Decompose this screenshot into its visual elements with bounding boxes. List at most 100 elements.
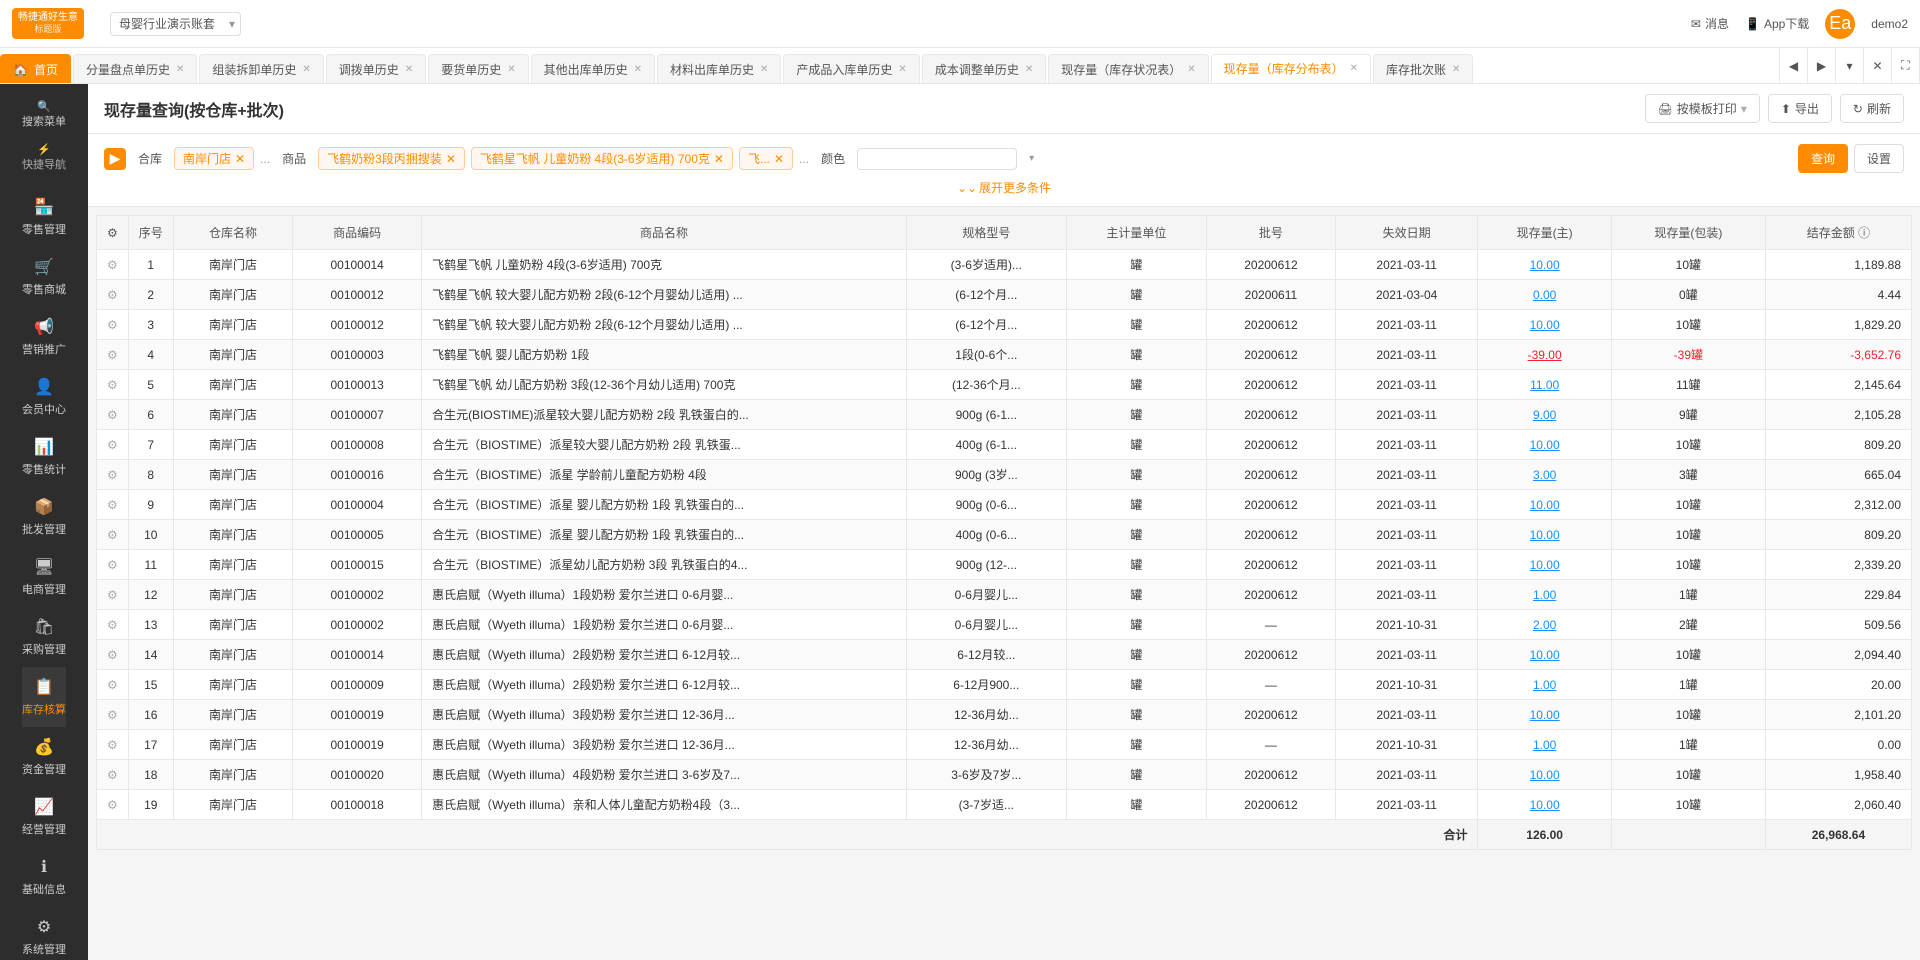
warehouse-tag-nanan[interactable]: 南岸门店 ✕ xyxy=(174,147,254,170)
tab-disassembly[interactable]: 组装拆卸单历史 ✕ xyxy=(199,54,323,84)
tab-prev-btn[interactable]: ◀ xyxy=(1780,48,1808,83)
td-qty-main-1[interactable]: 10.00 xyxy=(1478,250,1611,280)
sidebar-item-ecommerce[interactable]: 🖥 电商管理 xyxy=(22,547,66,607)
tab-close-inventory-check[interactable]: ✕ xyxy=(176,64,184,75)
tab-stock-dist[interactable]: 现存量（库存分布表） ✕ xyxy=(1211,54,1371,84)
td-qty-main-2[interactable]: 0.00 xyxy=(1478,280,1611,310)
tab-inventory-check[interactable]: 分量盘点单历史 ✕ xyxy=(73,54,197,84)
tab-close-all-btn[interactable]: ✕ xyxy=(1864,48,1892,83)
print-btn[interactable]: 🖨 按模板打印 ▾ xyxy=(1645,94,1760,123)
td-settings-19[interactable]: ⚙ xyxy=(97,790,129,820)
sidebar-item-retail-stats[interactable]: 📊 零售统计 xyxy=(22,427,66,487)
goods-tag-1[interactable]: 飞鹤奶粉3段丙捆搜装 ✕ xyxy=(318,147,465,170)
td-settings-6[interactable]: ⚙ xyxy=(97,400,129,430)
tab-fullscreen-btn[interactable]: ⛶ xyxy=(1892,48,1920,83)
td-settings-14[interactable]: ⚙ xyxy=(97,640,129,670)
td-qty-main-10[interactable]: 10.00 xyxy=(1478,520,1611,550)
tab-stock-status[interactable]: 现存量（库存状况表） ✕ xyxy=(1048,54,1208,84)
goods-more[interactable]: ... xyxy=(799,152,809,166)
td-qty-main-8[interactable]: 3.00 xyxy=(1478,460,1611,490)
tab-close-other-out[interactable]: ✕ xyxy=(634,64,642,75)
breadcrumb-wrapper[interactable]: 母婴行业演示账套 xyxy=(110,12,241,36)
sidebar-item-retail[interactable]: 🏪 零售管理 xyxy=(22,187,66,247)
td-qty-main-7[interactable]: 10.00 xyxy=(1478,430,1611,460)
sidebar-item-stock[interactable]: 📋 库存核算 xyxy=(22,667,66,727)
tab-close-requisition[interactable]: ✕ xyxy=(507,64,515,75)
td-settings-4[interactable]: ⚙ xyxy=(97,340,129,370)
user-avatar[interactable]: Ea xyxy=(1825,9,1855,39)
tab-close-transfer[interactable]: ✕ xyxy=(405,64,413,75)
td-qty-main-4[interactable]: -39.00 xyxy=(1478,340,1611,370)
tab-close-stock-status[interactable]: ✕ xyxy=(1187,64,1195,75)
goods-tag-3[interactable]: 飞... ✕ xyxy=(739,147,793,170)
sidebar-item-operations[interactable]: 📈 经营管理 xyxy=(22,787,66,847)
tab-other-out[interactable]: 其他出库单历史 ✕ xyxy=(531,54,655,84)
td-qty-main-12[interactable]: 1.00 xyxy=(1478,580,1611,610)
td-qty-main-19[interactable]: 10.00 xyxy=(1478,790,1611,820)
td-settings-10[interactable]: ⚙ xyxy=(97,520,129,550)
sidebar-search[interactable]: 🔍 搜索菜单 xyxy=(22,92,66,137)
tab-cost-adjust[interactable]: 成本调整单历史 ✕ xyxy=(922,54,1046,84)
sidebar-item-basic[interactable]: ℹ 基础信息 xyxy=(22,847,66,907)
td-settings-9[interactable]: ⚙ xyxy=(97,490,129,520)
sidebar-item-retail-mall[interactable]: 🛒 零售商城 xyxy=(22,247,66,307)
tab-close-cost-adjust[interactable]: ✕ xyxy=(1025,64,1033,75)
td-qty-main-17[interactable]: 1.00 xyxy=(1478,730,1611,760)
tab-close-stock-dist[interactable]: ✕ xyxy=(1350,63,1358,74)
sidebar-item-finance[interactable]: 💰 资金管理 xyxy=(22,727,66,787)
breadcrumb-select[interactable]: 母婴行业演示账套 xyxy=(110,12,241,36)
settings-btn[interactable]: 设置 xyxy=(1854,144,1904,173)
td-qty-main-18[interactable]: 10.00 xyxy=(1478,760,1611,790)
sidebar-item-wholesale[interactable]: 📦 批发管理 xyxy=(22,487,66,547)
td-settings-18[interactable]: ⚙ xyxy=(97,760,129,790)
goods-tag-2[interactable]: 飞鹤星飞帆 儿童奶粉 4段(3-6岁适用) 700克 ✕ xyxy=(471,147,733,170)
goods-tag-2-close[interactable]: ✕ xyxy=(714,152,724,166)
td-qty-main-15[interactable]: 1.00 xyxy=(1478,670,1611,700)
query-btn[interactable]: 查询 xyxy=(1798,144,1848,173)
td-settings-13[interactable]: ⚙ xyxy=(97,610,129,640)
td-settings-5[interactable]: ⚙ xyxy=(97,370,129,400)
sidebar-item-marketing[interactable]: 📢 营销推广 xyxy=(22,307,66,367)
td-settings-16[interactable]: ⚙ xyxy=(97,700,129,730)
warehouse-more[interactable]: ... xyxy=(260,152,270,166)
td-settings-15[interactable]: ⚙ xyxy=(97,670,129,700)
th-settings[interactable]: ⚙ xyxy=(97,216,129,250)
sidebar-quick-nav[interactable]: ⚡ 快捷导航 xyxy=(22,137,66,178)
tab-requisition[interactable]: 要货单历史 ✕ xyxy=(428,54,528,84)
td-settings-12[interactable]: ⚙ xyxy=(97,580,129,610)
td-settings-3[interactable]: ⚙ xyxy=(97,310,129,340)
td-qty-main-14[interactable]: 10.00 xyxy=(1478,640,1611,670)
td-qty-main-5[interactable]: 11.00 xyxy=(1478,370,1611,400)
tab-more-btn[interactable]: ▾ xyxy=(1836,48,1864,83)
td-settings-2[interactable]: ⚙ xyxy=(97,280,129,310)
tab-next-btn[interactable]: ▶ xyxy=(1808,48,1836,83)
td-qty-main-16[interactable]: 10.00 xyxy=(1478,700,1611,730)
expand-more-btn[interactable]: ⌄⌄ 展开更多条件 xyxy=(104,179,1904,196)
td-settings-1[interactable]: ⚙ xyxy=(97,250,129,280)
tab-close-batch-account[interactable]: ✕ xyxy=(1452,64,1460,75)
td-qty-main-6[interactable]: 9.00 xyxy=(1478,400,1611,430)
td-qty-main-9[interactable]: 10.00 xyxy=(1478,490,1611,520)
td-qty-main-13[interactable]: 2.00 xyxy=(1478,610,1611,640)
tab-close-material-out[interactable]: ✕ xyxy=(760,64,768,75)
export-btn[interactable]: ⬆ 导出 xyxy=(1768,94,1832,123)
sidebar-item-purchase[interactable]: 🛍 采购管理 xyxy=(22,607,66,667)
goods-tag-3-close[interactable]: ✕ xyxy=(774,152,784,166)
filter-toggle-btn[interactable]: ▶ xyxy=(104,148,126,170)
td-qty-main-11[interactable]: 10.00 xyxy=(1478,550,1611,580)
td-settings-8[interactable]: ⚙ xyxy=(97,460,129,490)
app-download-btn[interactable]: 📱 App下载 xyxy=(1745,15,1809,32)
color-input[interactable] xyxy=(857,148,1017,170)
tab-batch-account[interactable]: 库存批次账 ✕ xyxy=(1373,54,1473,84)
td-settings-17[interactable]: ⚙ xyxy=(97,730,129,760)
tab-home[interactable]: 🏠 首页 xyxy=(0,54,71,84)
td-settings-7[interactable]: ⚙ xyxy=(97,430,129,460)
td-qty-main-3[interactable]: 10.00 xyxy=(1478,310,1611,340)
sidebar-item-member[interactable]: 👤 会员中心 xyxy=(22,367,66,427)
messages-btn[interactable]: ✉ 消息 xyxy=(1691,15,1729,32)
td-settings-11[interactable]: ⚙ xyxy=(97,550,129,580)
tab-product-in[interactable]: 产成品入库单历史 ✕ xyxy=(783,54,919,84)
sidebar-item-system[interactable]: ⚙ 系统管理 xyxy=(22,907,66,960)
tab-close-product-in[interactable]: ✕ xyxy=(898,64,906,75)
warehouse-tag-close[interactable]: ✕ xyxy=(235,152,245,166)
